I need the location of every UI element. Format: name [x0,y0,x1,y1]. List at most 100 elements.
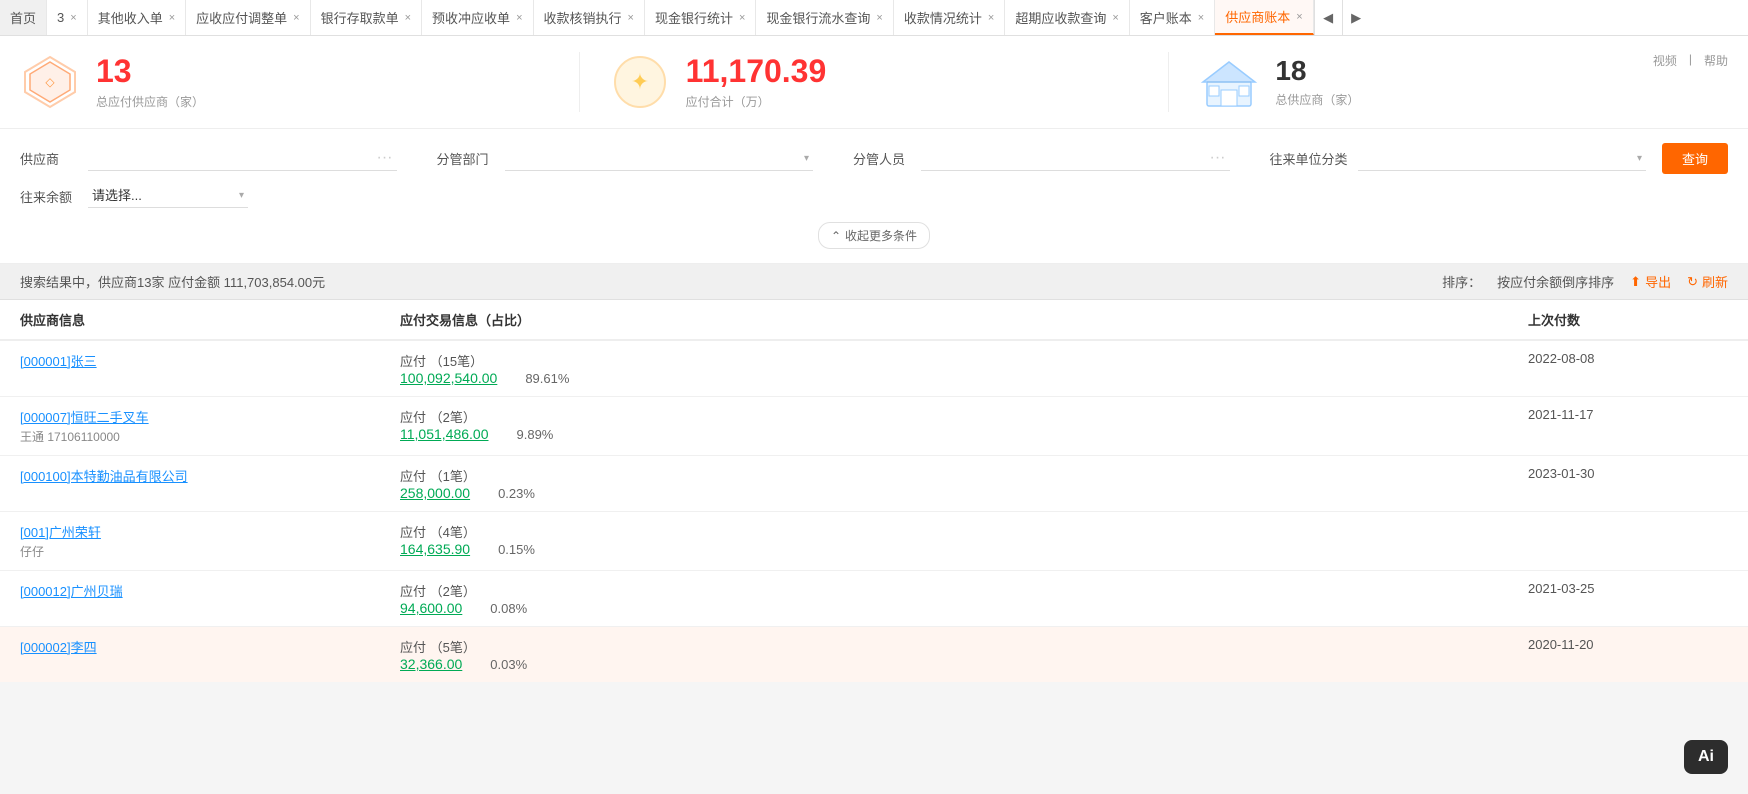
nav-item-ar-ap-adjust[interactable]: 应收应付调整单 × [186,0,310,35]
trans-type-1: 应付 （2笔） [400,407,476,426]
close-icon[interactable]: × [169,12,175,24]
trans-percent-5: 0.03% [490,657,527,672]
export-button[interactable]: ⬆ 导出 [1630,272,1671,291]
help-sep: | [1689,52,1692,69]
nav-item-other-income[interactable]: 其他收入单 × [88,0,186,35]
transaction-info-0: 应付 （15笔） 100,092,540.00 89.61% [400,351,1528,386]
filter-supplier: 供应商 ··· [20,147,397,171]
filter-person-label: 分管人员 [853,149,913,168]
close-icon[interactable]: × [1112,12,1118,24]
store-icon [1199,52,1259,112]
supplier-info-4: [000012]广州贝瑞 [20,581,400,600]
last-pay-date-0: 2022-08-08 [1528,351,1595,366]
table-row-inner: [001]广州荣轩 仔仔 应付 （4笔） 164,635.90 0.15% [0,512,1748,570]
nav-item-customer-ledger[interactable]: 客户账本 × [1130,0,1215,35]
table-row: [000001]张三 应付 （15笔） 100,092,540.00 89.61… [0,341,1748,397]
close-icon[interactable]: × [739,12,745,24]
star-icon: ✦ [610,52,670,112]
category-select[interactable] [1358,147,1647,170]
nav-label-cash-bank-flow: 现金银行流水查询 [766,8,870,27]
close-icon[interactable]: × [628,12,634,24]
supplier-link-4[interactable]: [000012]广州贝瑞 [20,584,123,599]
ai-badge[interactable]: Ai [1684,740,1728,774]
trans-percent-1: 9.89% [517,427,554,442]
balance-select-wrap: 请选择... ▾ [88,184,248,208]
transaction-info-4: 应付 （2笔） 94,600.00 0.08% [400,581,1528,616]
summary-card-total-suppliers: 18 总供应商（家） [1199,52,1728,112]
trans-amount-1[interactable]: 11,051,486.00 [400,426,489,442]
trans-amount-5[interactable]: 32,366.00 [400,656,462,672]
nav-label-ar-ap-adjust: 应收应付调整单 [196,8,287,27]
balance-select[interactable]: 请选择... [88,184,248,207]
total-supplier-count: 18 [1275,56,1359,87]
nav-label-receipt-stat: 收款情况统计 [904,8,982,27]
nav-item-receipt-verify[interactable]: 收款核销执行 × [534,0,645,35]
supplier-info-2: [000100]本特勤油品有限公司 [20,466,400,485]
close-icon[interactable]: × [516,12,522,24]
summary-card-suppliers: ◇ 13 总应付供应商（家） [20,52,549,112]
nav-item-3[interactable]: 3 × [47,0,88,35]
table-row-inner: [000007]恒旺二手叉车 王通 17106110000 应付 （2笔） 11… [0,397,1748,455]
close-icon[interactable]: × [405,12,411,24]
sort-value[interactable]: 按应付余额倒序排序 [1497,272,1614,291]
supplier-dots-icon[interactable]: ··· [373,149,397,167]
nav-item-bank-deposit[interactable]: 银行存取款单 × [311,0,422,35]
nav-item-cash-bank-flow[interactable]: 现金银行流水查询 × [756,0,893,35]
category-select-wrap: ▾ [1358,147,1647,171]
nav-item-cash-bank-stat[interactable]: 现金银行统计 × [645,0,756,35]
person-input[interactable] [921,147,1206,170]
supplier-link-3[interactable]: [001]广州荣轩 [20,525,101,540]
trans-type-2: 应付 （1笔） [400,466,476,485]
nav-label-cash-bank-stat: 现金银行统计 [655,8,733,27]
nav-label-advance-ar: 预收冲应收单 [432,8,510,27]
dept-select-wrap: ▾ [505,147,814,171]
filter-row-2: 往来余额 请选择... ▾ [20,184,1728,208]
close-icon[interactable]: × [70,12,76,24]
video-link[interactable]: 视频 [1653,52,1677,69]
table-row-inner: [000002]李四 应付 （5笔） 32,366.00 0.03% 2020-… [0,627,1748,682]
export-icon: ⬆ [1630,274,1641,290]
nav-item-receipt-stat[interactable]: 收款情况统计 × [894,0,1005,35]
trans-type-4: 应付 （2笔） [400,581,476,600]
trans-amount-2[interactable]: 258,000.00 [400,485,470,501]
dept-select[interactable] [505,147,814,170]
nav-label-customer-ledger: 客户账本 [1140,8,1192,27]
trans-amount-3[interactable]: 164,635.90 [400,541,470,557]
close-icon[interactable]: × [1198,12,1204,24]
table-row: [000012]广州贝瑞 应付 （2笔） 94,600.00 0.08% 202… [0,571,1748,627]
svg-text:✦: ✦ [630,69,648,94]
lastpay-5: 2020-11-20 [1528,637,1728,652]
nav-item-supplier-ledger[interactable]: 供应商账本 × [1215,0,1313,35]
supplier-link-5[interactable]: [000002]李四 [20,640,97,655]
help-link[interactable]: 帮助 [1704,52,1728,69]
supplier-input[interactable] [88,147,373,170]
supplier-link-2[interactable]: [000100]本特勤油品有限公司 [20,469,188,484]
collapse-button[interactable]: ⌃ 收起更多条件 [818,222,930,249]
close-icon[interactable]: × [876,12,882,24]
supplier-sub-3: 仔仔 [20,543,400,560]
nav-item-advance-ar[interactable]: 预收冲应收单 × [422,0,533,35]
nav-arrow-left[interactable]: ◀ [1314,0,1342,36]
nav-item-home[interactable]: 首页 [0,0,47,35]
trans-type-0: 应付 （15笔） [400,351,483,370]
refresh-icon: ↻ [1687,274,1698,290]
nav-item-overdue-ar[interactable]: 超期应收款查询 × [1005,0,1129,35]
supplier-link-1[interactable]: [000007]恒旺二手叉车 [20,410,149,425]
person-dots-icon[interactable]: ··· [1206,149,1230,167]
refresh-button[interactable]: ↻ 刷新 [1687,272,1728,291]
query-button[interactable]: 查询 [1662,143,1728,174]
close-icon[interactable]: × [988,12,994,24]
close-icon[interactable]: × [1296,11,1302,23]
trans-amount-0[interactable]: 100,092,540.00 [400,370,497,386]
nav-label-overdue-ar: 超期应收款查询 [1015,8,1106,27]
trans-amount-4[interactable]: 94,600.00 [400,600,462,616]
summary-data-payable: 11,170.39 应付合计（万） [686,54,827,110]
trans-percent-3: 0.15% [498,542,535,557]
col-header-supplier: 供应商信息 [20,310,400,329]
supplier-link-0[interactable]: [000001]张三 [20,354,97,369]
lastpay-2: 2023-01-30 [1528,466,1728,481]
close-icon[interactable]: × [293,12,299,24]
table-row: [000002]李四 应付 （5笔） 32,366.00 0.03% 2020-… [0,627,1748,682]
trans-type-3: 应付 （4笔） [400,522,476,541]
nav-arrow-right[interactable]: ▶ [1342,0,1370,36]
